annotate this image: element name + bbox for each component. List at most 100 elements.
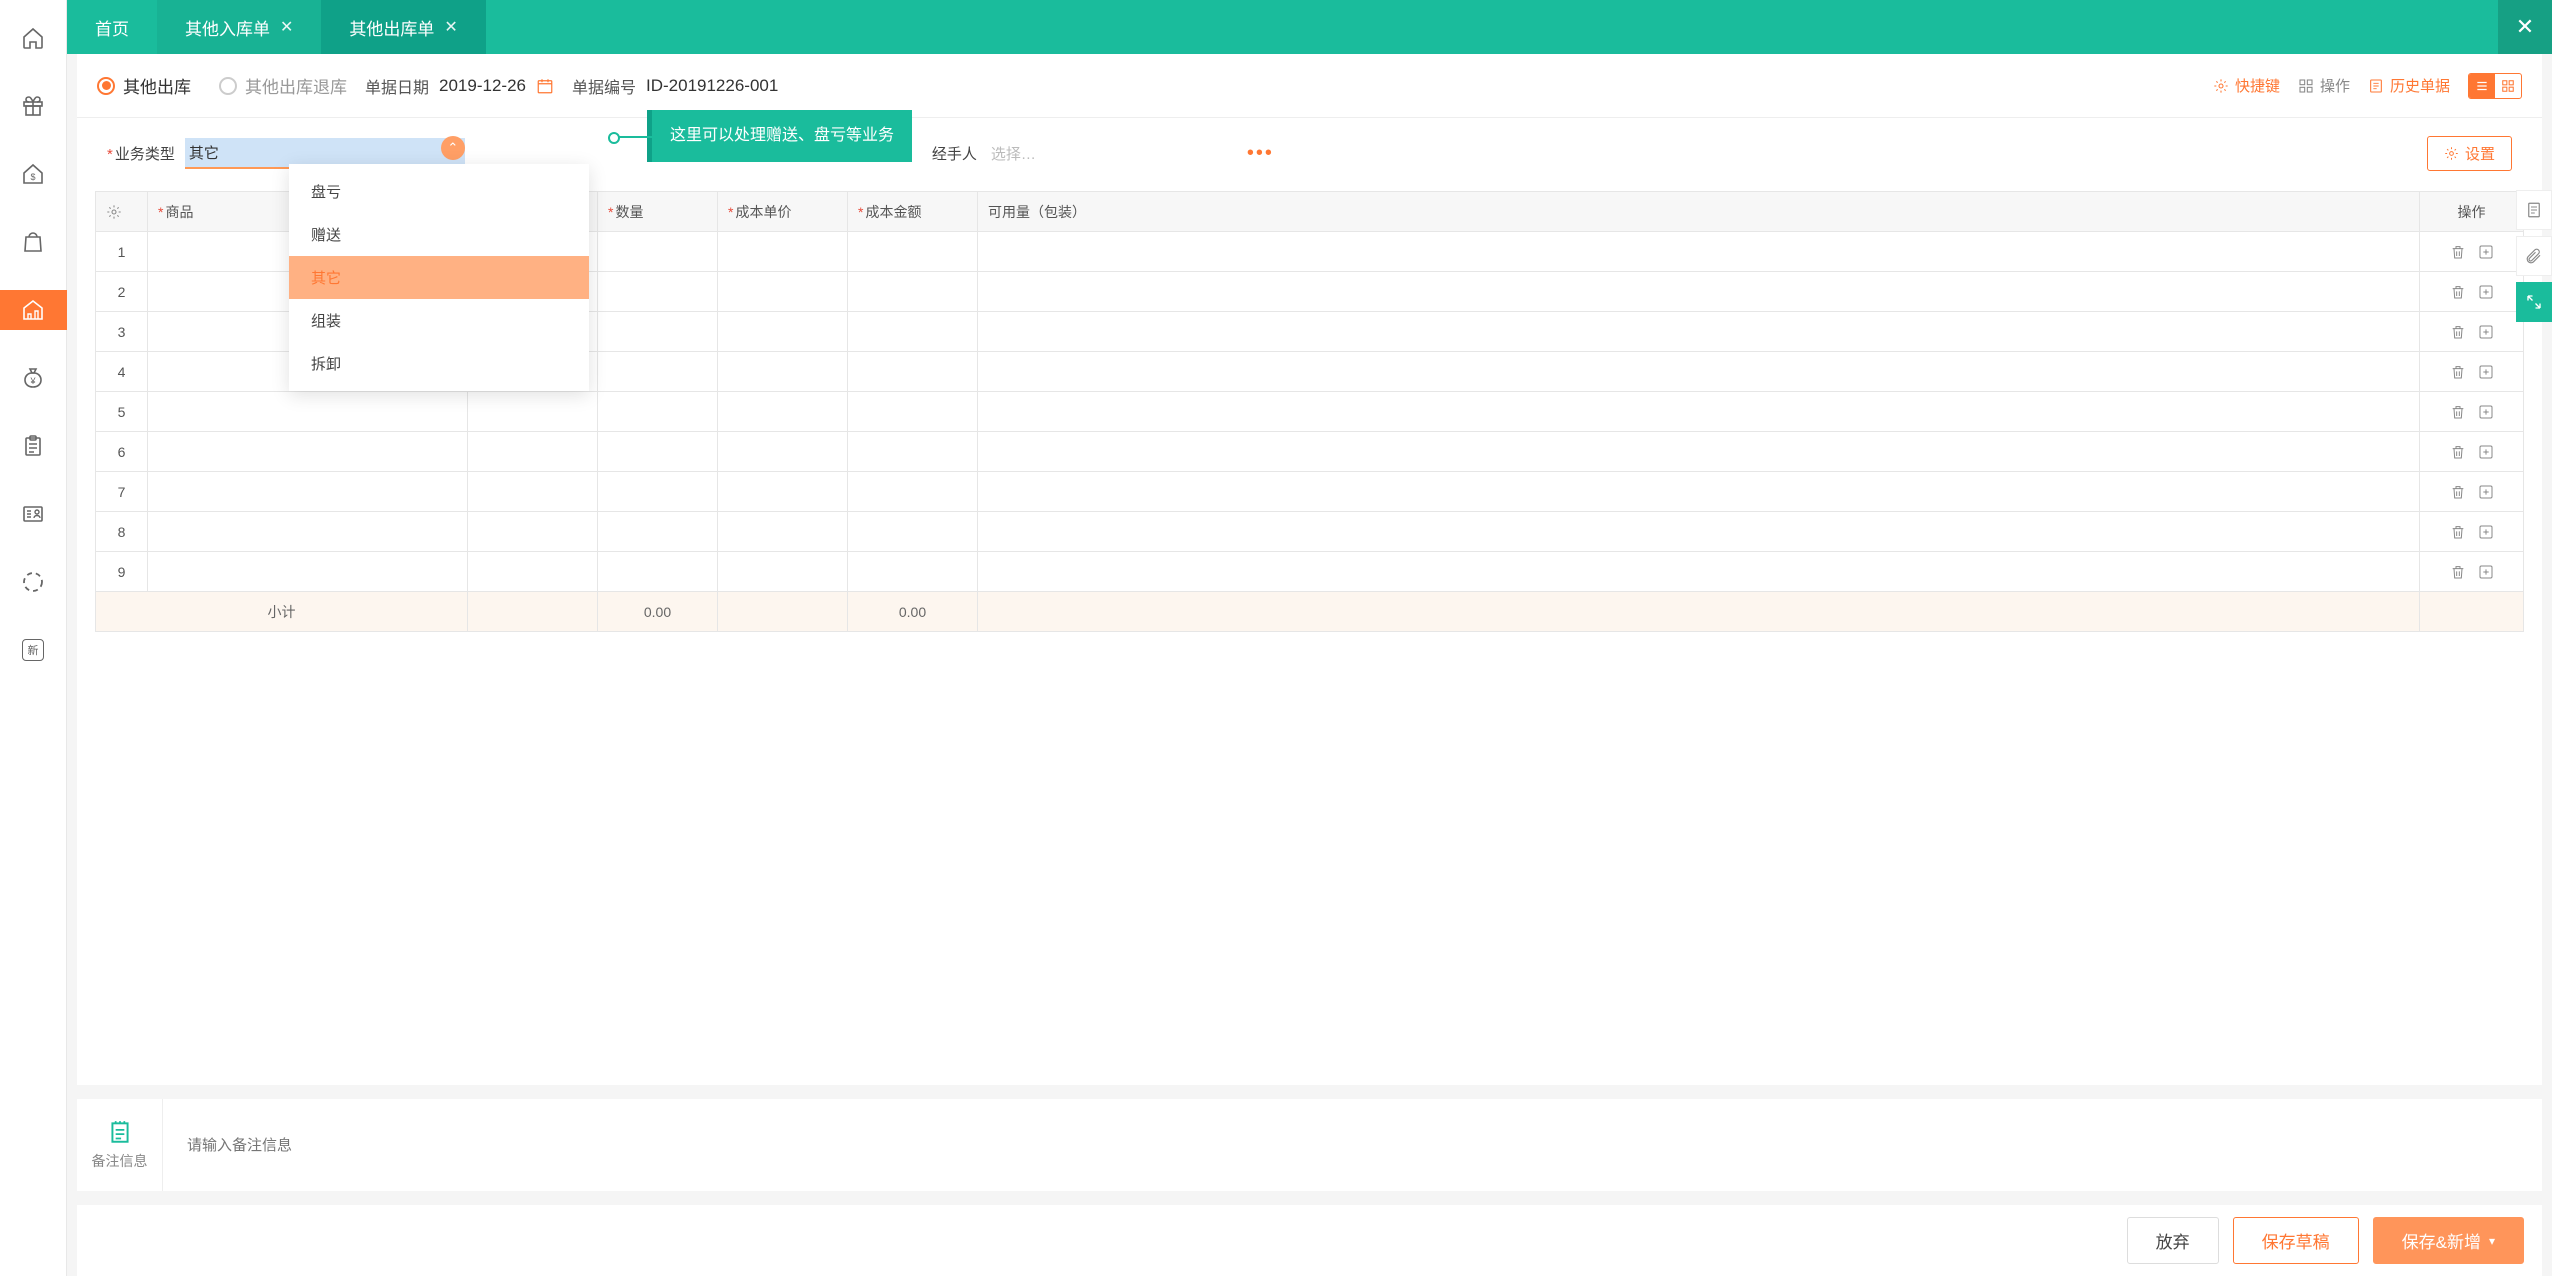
- cell-available[interactable]: [978, 312, 2420, 352]
- cell-stock-unit[interactable]: [468, 512, 598, 552]
- cell-product[interactable]: [148, 472, 468, 512]
- close-icon[interactable]: ✕: [280, 17, 293, 37]
- add-row-icon[interactable]: [2478, 404, 2494, 420]
- delete-row-icon[interactable]: [2450, 284, 2466, 300]
- cell-stock-unit[interactable]: [468, 552, 598, 592]
- th-gear[interactable]: [96, 192, 148, 232]
- history-button[interactable]: 历史单据: [2368, 75, 2450, 96]
- sidebar-clipboard-icon[interactable]: [0, 426, 67, 466]
- sidebar-gift-icon[interactable]: [0, 86, 67, 126]
- cell-available[interactable]: [978, 472, 2420, 512]
- cell-cost-amount[interactable]: [848, 352, 978, 392]
- calendar-icon[interactable]: [536, 77, 554, 95]
- cell-qty[interactable]: [598, 552, 718, 592]
- delete-row-icon[interactable]: [2450, 564, 2466, 580]
- add-row-icon[interactable]: [2478, 324, 2494, 340]
- add-row-icon[interactable]: [2478, 524, 2494, 540]
- delete-row-icon[interactable]: [2450, 404, 2466, 420]
- cell-available[interactable]: [978, 432, 2420, 472]
- tab-home[interactable]: 首页: [67, 0, 157, 54]
- right-attach-icon[interactable]: [2516, 236, 2552, 276]
- save-new-button[interactable]: 保存&新增 ▾: [2373, 1217, 2524, 1264]
- table-row[interactable]: 8: [96, 512, 2524, 552]
- cell-available[interactable]: [978, 232, 2420, 272]
- remark-input[interactable]: [163, 1099, 2542, 1191]
- table-row[interactable]: 7: [96, 472, 2524, 512]
- cell-product[interactable]: [148, 392, 468, 432]
- dropdown-option[interactable]: 赠送: [289, 213, 589, 256]
- more-fields-2[interactable]: •••: [1247, 142, 1274, 165]
- cell-available[interactable]: [978, 272, 2420, 312]
- sidebar-bag-icon[interactable]: [0, 222, 67, 262]
- sidebar-loading-icon[interactable]: [0, 562, 67, 602]
- cell-qty[interactable]: [598, 472, 718, 512]
- cell-product[interactable]: [148, 432, 468, 472]
- cell-cost-amount[interactable]: [848, 552, 978, 592]
- cell-cost-amount[interactable]: [848, 312, 978, 352]
- cell-stock-unit[interactable]: [468, 392, 598, 432]
- cell-product[interactable]: [148, 512, 468, 552]
- add-row-icon[interactable]: [2478, 444, 2494, 460]
- dropdown-option[interactable]: 拆卸: [289, 342, 589, 385]
- dropdown-option-selected[interactable]: 其它: [289, 256, 589, 299]
- doc-date-value[interactable]: 2019-12-26: [439, 76, 526, 96]
- cell-cost-price[interactable]: [718, 312, 848, 352]
- delete-row-icon[interactable]: [2450, 244, 2466, 260]
- cell-cost-price[interactable]: [718, 352, 848, 392]
- save-draft-button[interactable]: 保存草稿: [2233, 1217, 2359, 1264]
- delete-row-icon[interactable]: [2450, 524, 2466, 540]
- sidebar-home-icon[interactable]: [0, 18, 67, 58]
- close-icon[interactable]: ✕: [444, 17, 457, 37]
- delete-row-icon[interactable]: [2450, 484, 2466, 500]
- tab-other-out[interactable]: 其他出库单✕: [321, 0, 485, 54]
- delete-row-icon[interactable]: [2450, 324, 2466, 340]
- cell-available[interactable]: [978, 392, 2420, 432]
- radio-other-out-return[interactable]: 其他出库退库: [219, 73, 347, 98]
- add-row-icon[interactable]: [2478, 364, 2494, 380]
- cell-cost-amount[interactable]: [848, 272, 978, 312]
- table-row[interactable]: 9: [96, 552, 2524, 592]
- delete-row-icon[interactable]: [2450, 364, 2466, 380]
- shortcut-button[interactable]: 快捷键: [2213, 75, 2280, 96]
- cell-cost-price[interactable]: [718, 512, 848, 552]
- handler-select[interactable]: 选择…: [987, 139, 1227, 169]
- discard-button[interactable]: 放弃: [2127, 1217, 2219, 1264]
- close-all-tabs[interactable]: ✕: [2498, 0, 2552, 54]
- right-doc-icon[interactable]: [2516, 190, 2552, 230]
- cell-qty[interactable]: [598, 272, 718, 312]
- cell-cost-amount[interactable]: [848, 232, 978, 272]
- table-row[interactable]: 5: [96, 392, 2524, 432]
- settings-button[interactable]: 设置: [2427, 136, 2512, 171]
- cell-qty[interactable]: [598, 232, 718, 272]
- sidebar-warehouse-icon[interactable]: [0, 290, 67, 330]
- tab-other-in[interactable]: 其他入库单✕: [157, 0, 321, 54]
- cell-qty[interactable]: [598, 312, 718, 352]
- radio-other-out[interactable]: 其他出库: [97, 73, 191, 98]
- cell-cost-price[interactable]: [718, 472, 848, 512]
- cell-cost-price[interactable]: [718, 552, 848, 592]
- cell-cost-amount[interactable]: [848, 512, 978, 552]
- add-row-icon[interactable]: [2478, 284, 2494, 300]
- operate-button[interactable]: 操作: [2298, 75, 2350, 96]
- chevron-up-icon[interactable]: ⌃: [441, 136, 465, 160]
- sidebar-new-icon[interactable]: 新: [0, 630, 67, 670]
- sidebar-id-card-icon[interactable]: [0, 494, 67, 534]
- cell-available[interactable]: [978, 352, 2420, 392]
- cell-stock-unit[interactable]: [468, 432, 598, 472]
- dropdown-option[interactable]: 组装: [289, 299, 589, 342]
- delete-row-icon[interactable]: [2450, 444, 2466, 460]
- cell-cost-price[interactable]: [718, 232, 848, 272]
- cell-cost-amount[interactable]: [848, 392, 978, 432]
- cell-cost-price[interactable]: [718, 272, 848, 312]
- sidebar-moneybag-icon[interactable]: ¥: [0, 358, 67, 398]
- cell-cost-price[interactable]: [718, 432, 848, 472]
- view-grid-icon[interactable]: [2495, 74, 2521, 98]
- dropdown-option[interactable]: 盘亏: [289, 170, 589, 213]
- cell-product[interactable]: [148, 552, 468, 592]
- add-row-icon[interactable]: [2478, 564, 2494, 580]
- cell-qty[interactable]: [598, 512, 718, 552]
- sidebar-house-dollar-icon[interactable]: $: [0, 154, 67, 194]
- cell-cost-price[interactable]: [718, 392, 848, 432]
- cell-qty[interactable]: [598, 432, 718, 472]
- cell-cost-amount[interactable]: [848, 472, 978, 512]
